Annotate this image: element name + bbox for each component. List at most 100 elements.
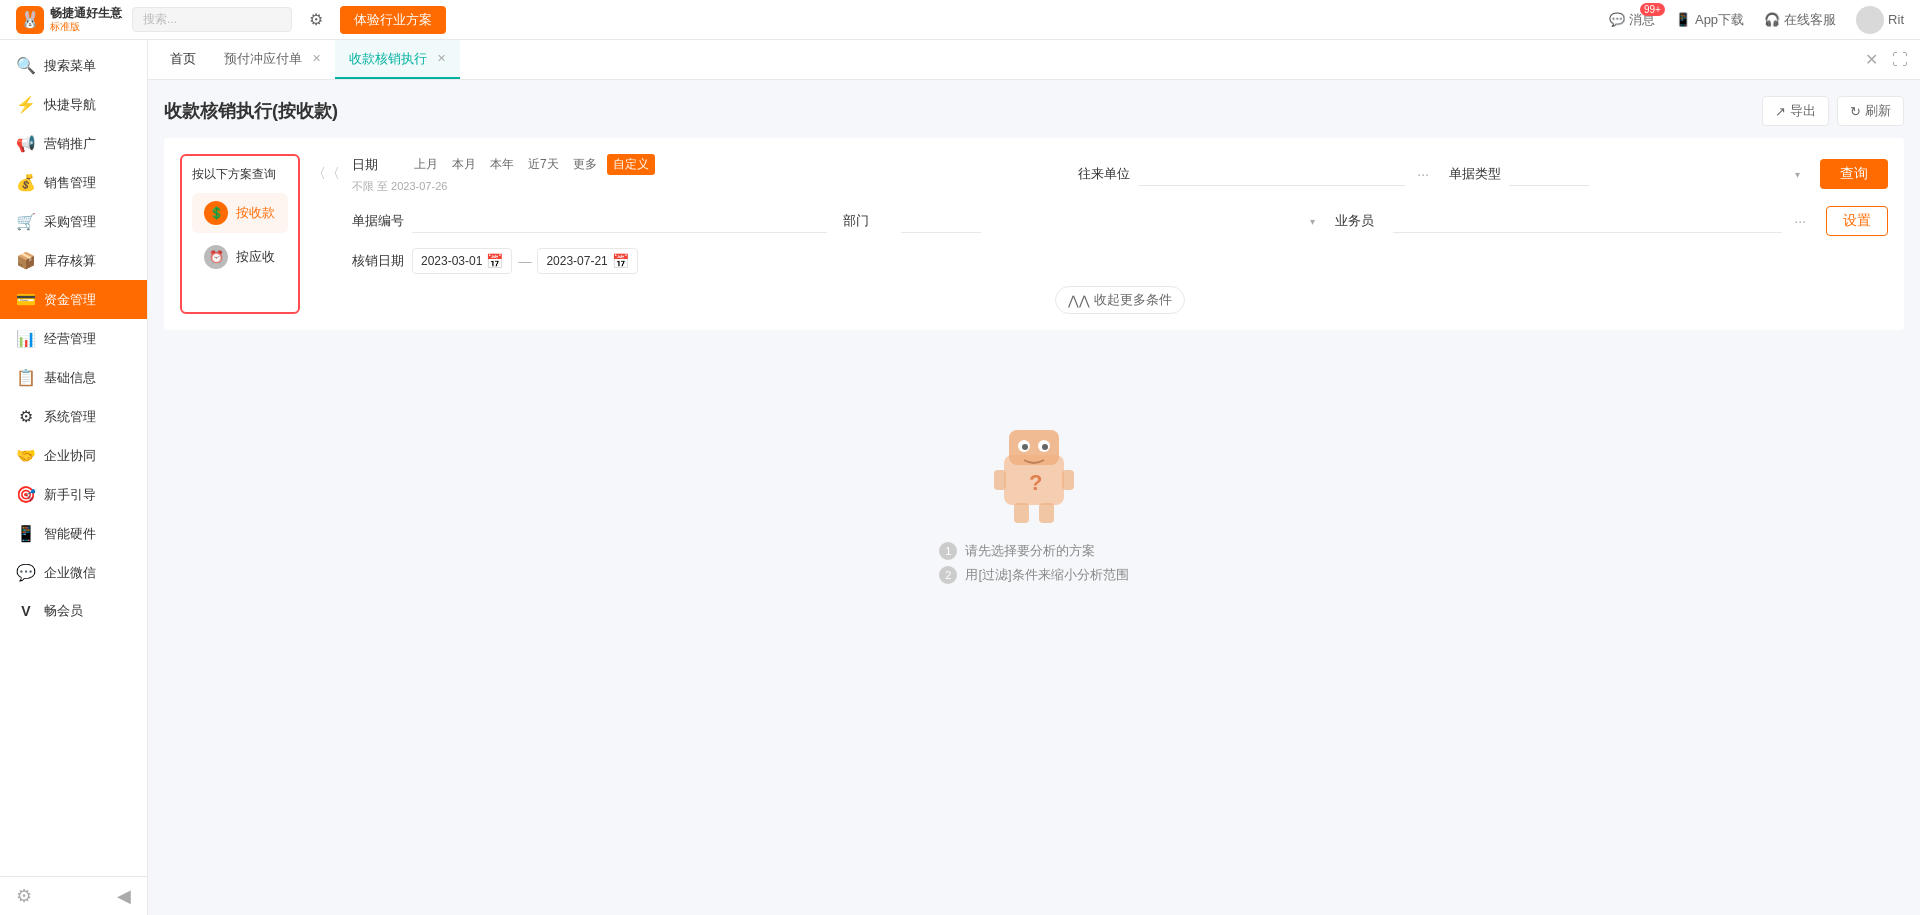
- collapse-more-icon: ⋀⋀: [1068, 293, 1090, 308]
- tab-receivable-close[interactable]: ✕: [437, 52, 446, 65]
- shortcut-this-month[interactable]: 本月: [448, 154, 480, 175]
- bill-no-field: 单据编号: [352, 209, 827, 233]
- tab-prepay-close[interactable]: ✕: [312, 52, 321, 65]
- bill-no-input[interactable]: [412, 209, 827, 233]
- tab-prepay[interactable]: 预付冲应付单 ✕: [210, 40, 335, 79]
- logo-icon: 🐰: [16, 6, 44, 34]
- settings-form-btn[interactable]: 设置: [1826, 206, 1888, 236]
- filter-row-3: 核销日期 2023-03-01 📅 — 2023-07-21 📅: [352, 248, 1888, 274]
- bill-type-select[interactable]: [1509, 162, 1589, 186]
- shortcut-more[interactable]: 更多: [569, 154, 601, 175]
- trial-industry-btn[interactable]: 体验行业方案: [340, 6, 446, 34]
- export-icon: ↗: [1775, 104, 1786, 119]
- sidebar-item-finance[interactable]: 💳 资金管理: [0, 280, 147, 319]
- message-btn[interactable]: 💬 消息 99+: [1609, 11, 1655, 29]
- filter-row-1: 日期 上月 本月 本年 近7天 更多 自定义 不限 至 2: [352, 154, 1888, 194]
- edition-label: 标准版: [50, 21, 122, 33]
- sidebar-label-system: 系统管理: [44, 408, 96, 426]
- verify-date-start-input[interactable]: 2023-03-01 📅: [412, 248, 512, 274]
- tab-receivable-label: 收款核销执行: [349, 50, 427, 68]
- staff-input[interactable]: [1393, 209, 1783, 233]
- sidebar-item-cooperation[interactable]: 🤝 企业协同: [0, 436, 147, 475]
- sidebar-label-inventory: 库存核算: [44, 252, 96, 270]
- partner-input[interactable]: [1138, 162, 1405, 186]
- date-field: 日期 上月 本月 本年 近7天 更多 自定义 不限 至 2: [352, 154, 1062, 194]
- filter-panel: 按以下方案查询 💲 按收款 ⏰ 按应收 〈〈: [164, 138, 1904, 330]
- tab-receivable[interactable]: 收款核销执行 ✕: [335, 40, 460, 79]
- page-header: 收款核销执行(按收款) ↗ 导出 ↻ 刷新: [164, 96, 1904, 126]
- dept-label: 部门: [843, 212, 893, 230]
- sidebar-item-wechat[interactable]: 💬 企业微信: [0, 553, 147, 592]
- staff-dots-btn[interactable]: ···: [1790, 211, 1810, 231]
- page-title: 收款核销执行(按收款): [164, 99, 338, 123]
- sidebar-item-search-menu[interactable]: 🔍 搜索菜单: [0, 46, 147, 85]
- top-bar-left: 🐰 畅捷通好生意 标准版 搜索... ⚙ 体验行业方案: [16, 6, 446, 34]
- finance-icon: 💳: [16, 290, 36, 309]
- calendar-start-icon: 📅: [486, 253, 503, 269]
- app-download-btn[interactable]: 📱 App下载: [1675, 11, 1744, 29]
- tab-close-all-btn[interactable]: ✕: [1861, 46, 1882, 73]
- bill-type-label: 单据类型: [1449, 165, 1501, 183]
- shortcut-last-month[interactable]: 上月: [410, 154, 442, 175]
- partner-dots-btn[interactable]: ···: [1413, 164, 1433, 184]
- refresh-label: 刷新: [1865, 102, 1891, 120]
- bill-no-label: 单据编号: [352, 212, 404, 230]
- online-service-label: 在线客服: [1784, 11, 1836, 29]
- sidebar-item-basic-info[interactable]: 📋 基础信息: [0, 358, 147, 397]
- tab-fullscreen-btn[interactable]: ⛶: [1888, 47, 1912, 73]
- page-actions: ↗ 导出 ↻ 刷新: [1762, 96, 1904, 126]
- sidebar-item-system[interactable]: ⚙ 系统管理: [0, 397, 147, 436]
- by-receivable-label: 按应收: [236, 248, 275, 266]
- inventory-icon: 📦: [16, 251, 36, 270]
- filter-option-by-receipt[interactable]: 💲 按收款: [192, 193, 288, 233]
- filter-selector-title: 按以下方案查询: [192, 166, 288, 183]
- footer-collapse-icon[interactable]: ◀: [117, 885, 131, 907]
- sidebar-label-marketing: 营销推广: [44, 135, 96, 153]
- sidebar-item-hardware[interactable]: 📱 智能硬件: [0, 514, 147, 553]
- export-btn[interactable]: ↗ 导出: [1762, 96, 1829, 126]
- by-receivable-icon: ⏰: [204, 245, 228, 269]
- calendar-end-icon: 📅: [612, 253, 629, 269]
- shortcut-7days[interactable]: 近7天: [524, 154, 563, 175]
- sidebar-label-basic-info: 基础信息: [44, 369, 96, 387]
- collapse-arrow-btn[interactable]: 〈〈: [316, 154, 336, 194]
- verify-date-end-input[interactable]: 2023-07-21 📅: [537, 248, 637, 274]
- sidebar-item-member[interactable]: V 畅会员: [0, 592, 147, 630]
- sidebar-item-quick-nav[interactable]: ⚡ 快捷导航: [0, 85, 147, 124]
- shortcut-this-year[interactable]: 本年: [486, 154, 518, 175]
- tab-prepay-label: 预付冲应付单: [224, 50, 302, 68]
- member-icon: V: [16, 603, 36, 619]
- sidebar: 🔍 搜索菜单 ⚡ 快捷导航 📢 营销推广 💰 销售管理 🛒 采购管理 📦: [0, 40, 148, 915]
- sidebar-label-operation: 经营管理: [44, 330, 96, 348]
- sidebar-item-guide[interactable]: 🎯 新手引导: [0, 475, 147, 514]
- hint-num-1: 1: [939, 542, 957, 560]
- partner-label: 往来单位: [1078, 165, 1130, 183]
- collapse-more-btn[interactable]: ⋀⋀ 收起更多条件: [1055, 286, 1185, 314]
- staff-label: 业务员: [1335, 212, 1385, 230]
- hint-item-2: 2 用[过滤]条件来缩小分析范围: [939, 566, 1128, 584]
- svg-rect-1: [1009, 430, 1059, 465]
- sidebar-item-purchase[interactable]: 🛒 采购管理: [0, 202, 147, 241]
- online-service-btn[interactable]: 🎧 在线客服: [1764, 11, 1836, 29]
- footer-settings-icon[interactable]: ⚙: [16, 885, 32, 907]
- shortcut-custom[interactable]: 自定义: [607, 154, 655, 175]
- sidebar-item-operation[interactable]: 📊 经营管理: [0, 319, 147, 358]
- svg-rect-6: [994, 470, 1006, 490]
- sidebar-item-sales[interactable]: 💰 销售管理: [0, 163, 147, 202]
- collapse-more-label: 收起更多条件: [1094, 291, 1172, 309]
- filter-form: 日期 上月 本月 本年 近7天 更多 自定义 不限 至 2: [352, 154, 1888, 314]
- sidebar-item-marketing[interactable]: 📢 营销推广: [0, 124, 147, 163]
- refresh-btn[interactable]: ↻ 刷新: [1837, 96, 1904, 126]
- top-bar: 🐰 畅捷通好生意 标准版 搜索... ⚙ 体验行业方案 💬 消息 99+ 📱 A…: [0, 0, 1920, 40]
- purchase-icon: 🛒: [16, 212, 36, 231]
- query-btn[interactable]: 查询: [1820, 159, 1888, 189]
- sidebar-item-inventory[interactable]: 📦 库存核算: [0, 241, 147, 280]
- svg-rect-8: [1014, 503, 1029, 523]
- settings-gear-btn[interactable]: ⚙: [302, 6, 330, 34]
- user-profile-btn[interactable]: Rit: [1856, 6, 1904, 34]
- dept-select[interactable]: [901, 209, 981, 233]
- message-badge: 99+: [1640, 3, 1665, 16]
- hint-text-2: 用[过滤]条件来缩小分析范围: [965, 566, 1128, 584]
- tab-home[interactable]: 首页: [156, 40, 210, 79]
- filter-option-by-receivable[interactable]: ⏰ 按应收: [192, 237, 288, 277]
